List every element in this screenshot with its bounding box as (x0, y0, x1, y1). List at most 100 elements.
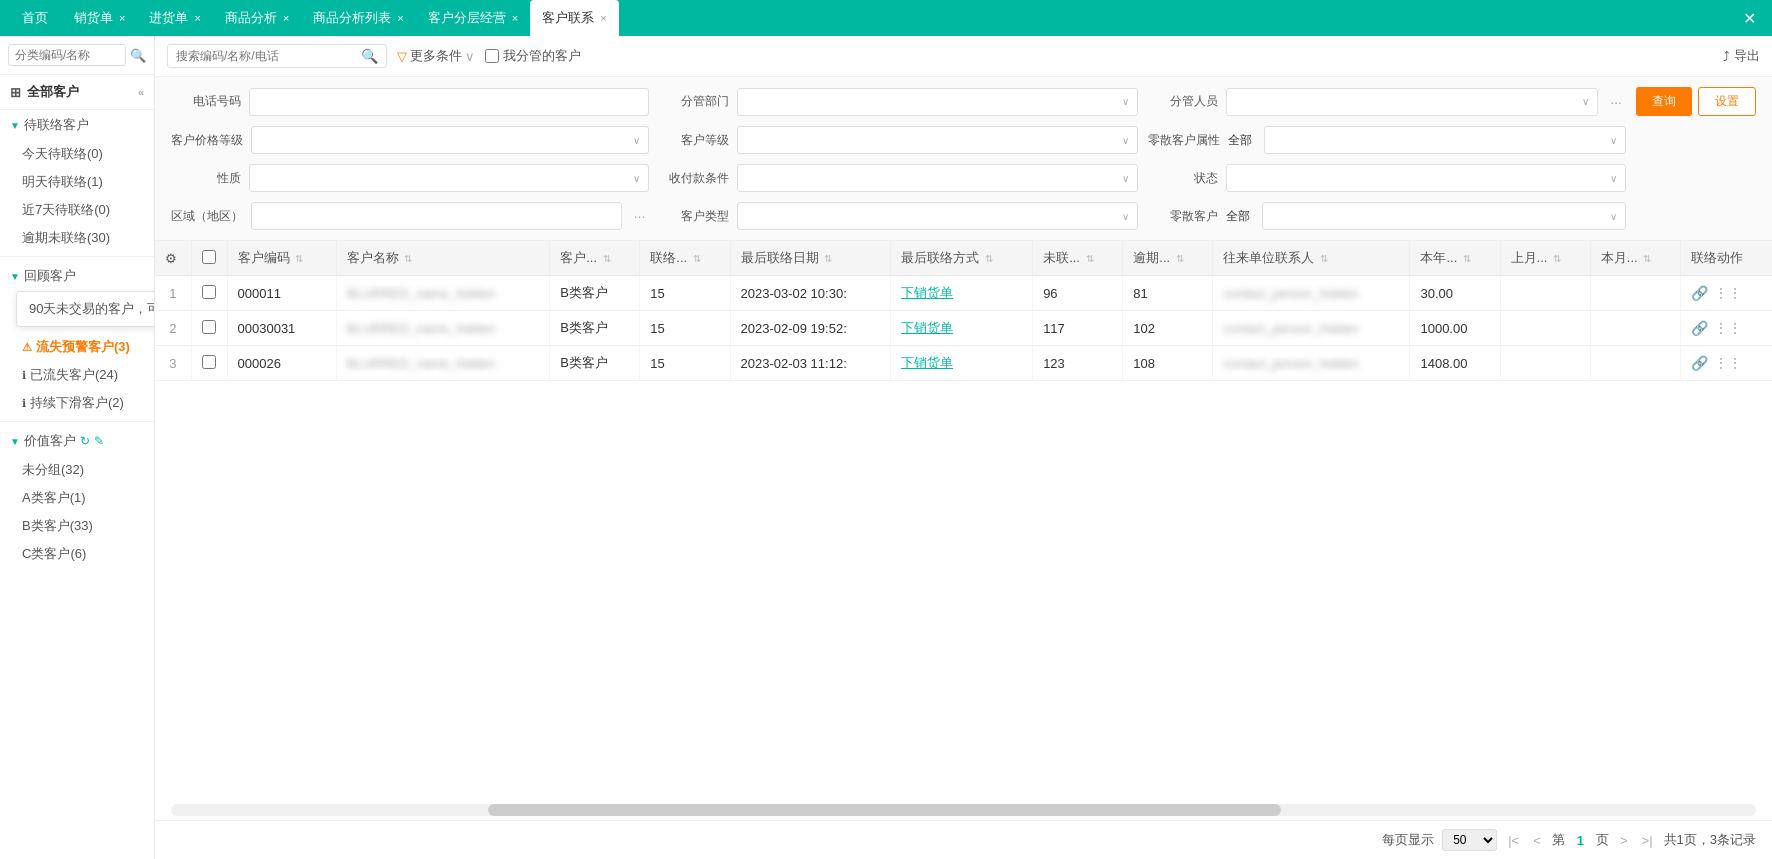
settings-button[interactable]: 设置 (1698, 87, 1756, 116)
col-checkbox[interactable] (191, 241, 227, 276)
region-ellipsis[interactable]: ··· (630, 208, 650, 224)
settings-icon[interactable]: ⚙ (165, 251, 177, 266)
nature-select[interactable]: ∨ (249, 164, 649, 192)
col-year-amount-sort[interactable]: ⇅ (1463, 253, 1471, 264)
page-prev-prev[interactable]: |< (1505, 833, 1522, 848)
col-contact-person-label: 往来单位联系人 (1223, 250, 1314, 265)
my-customers-checkbox[interactable] (485, 49, 499, 63)
sidebar-item-churned[interactable]: ℹ 已流失客户(24) (0, 361, 154, 389)
filter-region: 区域（地区） ··· (171, 202, 649, 230)
tab-sales-order[interactable]: 销货单 × (62, 0, 137, 36)
tab-product-analysis-list[interactable]: 商品分析列表 × (301, 0, 415, 36)
sidebar-search-input[interactable] (8, 44, 126, 66)
row-last-method-0[interactable]: 下销货单 (891, 276, 1033, 311)
sidebar-all-customers[interactable]: ⊞ 全部客户 « (0, 75, 154, 110)
section-pending-contact[interactable]: ▼ 待联络客户 (0, 110, 154, 140)
col-contact-person-sort[interactable]: ⇅ (1320, 253, 1328, 264)
col-code-sort[interactable]: ⇅ (295, 253, 303, 264)
row-checkbox-1[interactable] (191, 311, 227, 346)
sidebar-item-today-contact[interactable]: 今天待联络(0) (0, 140, 154, 168)
filter-search-icon[interactable]: 🔍 (361, 48, 378, 64)
horizontal-scrollbar[interactable] (171, 804, 1756, 816)
row-last-method-1[interactable]: 下销货单 (891, 311, 1033, 346)
action-more-0[interactable]: ⋮⋮ (1714, 285, 1742, 301)
customer-type-select[interactable]: ∨ (737, 202, 1137, 230)
tab-customer-layered-close[interactable]: × (512, 12, 518, 24)
row-last-method-2[interactable]: 下销货单 (891, 346, 1033, 381)
col-contact-count-sort[interactable]: ⇅ (693, 253, 701, 264)
customer-level-select[interactable]: ∨ (737, 126, 1137, 154)
sidebar-item-b-class[interactable]: B类客户(33) (0, 512, 154, 540)
filter-more-btn[interactable]: ▽ 更多条件 ∨ (397, 47, 475, 65)
action-more-1[interactable]: ⋮⋮ (1714, 320, 1742, 336)
col-current-month-amount: 本月... ⇅ (1590, 241, 1680, 276)
sidebar-item-overdue-contact[interactable]: 逾期未联络(30) (0, 224, 154, 252)
filter-search-box[interactable]: 🔍 (167, 44, 387, 68)
row-cb-2[interactable] (202, 355, 216, 369)
person-ellipsis[interactable]: ··· (1606, 94, 1626, 110)
sidebar-item-declining[interactable]: ℹ 持续下滑客户(2) (0, 389, 154, 417)
filter-zero-customer: 零散客户 全部 ∨ (1148, 202, 1626, 230)
sidebar-item-churn-warning[interactable]: ⚠ 流失预警客户(3) (0, 333, 154, 361)
edit-icon[interactable]: ✎ (94, 434, 104, 448)
sidebar-item-tomorrow-contact[interactable]: 明天待联络(1) (0, 168, 154, 196)
query-button[interactable]: 查询 (1636, 87, 1692, 116)
tab-product-analysis-close[interactable]: × (283, 12, 289, 24)
my-customers-checkbox-area[interactable]: 我分管的客户 (485, 47, 581, 65)
row-cb-1[interactable] (202, 320, 216, 334)
col-settings[interactable]: ⚙ (155, 241, 191, 276)
sidebar-search-icon[interactable]: 🔍 (130, 48, 146, 63)
status-select[interactable]: ∨ (1226, 164, 1626, 192)
filter-search-input[interactable] (176, 49, 361, 63)
person-select[interactable]: ∨ (1226, 88, 1599, 116)
section-value-customers[interactable]: ▼ 价值客户 ↻ ✎ (0, 426, 154, 456)
action-more-2[interactable]: ⋮⋮ (1714, 355, 1742, 371)
tab-home[interactable]: 首页 (8, 0, 62, 36)
sidebar-item-7days-contact[interactable]: 近7天待联络(0) (0, 196, 154, 224)
row-cb-0[interactable] (202, 285, 216, 299)
phone-input[interactable] (249, 88, 649, 116)
dept-select[interactable]: ∨ (737, 88, 1137, 116)
tab-customer-contact[interactable]: 客户联系 × (530, 0, 618, 36)
col-last-date-label: 最后联络日期 (741, 250, 819, 265)
tab-product-analysis[interactable]: 商品分析 × (213, 0, 301, 36)
row-checkbox-2[interactable] (191, 346, 227, 381)
zero-customer-select[interactable]: ∨ (1262, 202, 1626, 230)
export-button[interactable]: ⤴ 导出 (1723, 47, 1760, 65)
action-link-2[interactable]: 🔗 (1691, 355, 1708, 371)
page-prev[interactable]: < (1530, 833, 1544, 848)
sidebar-item-c-class[interactable]: C类客户(6) (0, 540, 154, 568)
col-type-sort[interactable]: ⇅ (603, 253, 611, 264)
payment-select[interactable]: ∨ (737, 164, 1137, 192)
page-last[interactable]: >| (1639, 833, 1656, 848)
price-level-select[interactable]: ∨ (251, 126, 649, 154)
tab-purchase-order[interactable]: 进货单 × (137, 0, 212, 36)
collapse-icon[interactable]: « (138, 86, 144, 98)
tab-customer-layered[interactable]: 客户分层经营 × (416, 0, 530, 36)
action-link-1[interactable]: 🔗 (1691, 320, 1708, 336)
row-checkbox-0[interactable] (191, 276, 227, 311)
refresh-icon[interactable]: ↻ (80, 434, 90, 448)
tab-sales-order-close[interactable]: × (119, 12, 125, 24)
select-all-checkbox[interactable] (202, 250, 216, 264)
per-page-select[interactable]: 50 20 100 (1442, 829, 1497, 851)
col-uncontacted-sort[interactable]: ⇅ (1086, 253, 1094, 264)
sidebar-item-a-class[interactable]: A类客户(1) (0, 484, 154, 512)
col-overdue-sort[interactable]: ⇅ (1176, 253, 1184, 264)
col-last-month-sort[interactable]: ⇅ (1553, 253, 1561, 264)
sidebar-item-ungrouped[interactable]: 未分组(32) (0, 456, 154, 484)
tab-customer-contact-close[interactable]: × (600, 12, 606, 24)
tab-purchase-order-close[interactable]: × (194, 12, 200, 24)
section-review-customers[interactable]: ▼ 回顾客户 (0, 261, 154, 291)
action-link-0[interactable]: 🔗 (1691, 285, 1708, 301)
tab-product-analysis-list-close[interactable]: × (397, 12, 403, 24)
col-last-date-sort[interactable]: ⇅ (824, 253, 832, 264)
region-select[interactable] (251, 202, 622, 230)
zero-attr-select[interactable]: ∨ (1264, 126, 1626, 154)
scrollbar-thumb[interactable] (488, 804, 1281, 816)
col-name-sort[interactable]: ⇅ (404, 253, 412, 264)
col-last-method-sort[interactable]: ⇅ (985, 253, 993, 264)
page-next[interactable]: > (1617, 833, 1631, 848)
col-current-month-sort[interactable]: ⇅ (1643, 253, 1651, 264)
global-close-button[interactable]: ✕ (1735, 9, 1764, 28)
